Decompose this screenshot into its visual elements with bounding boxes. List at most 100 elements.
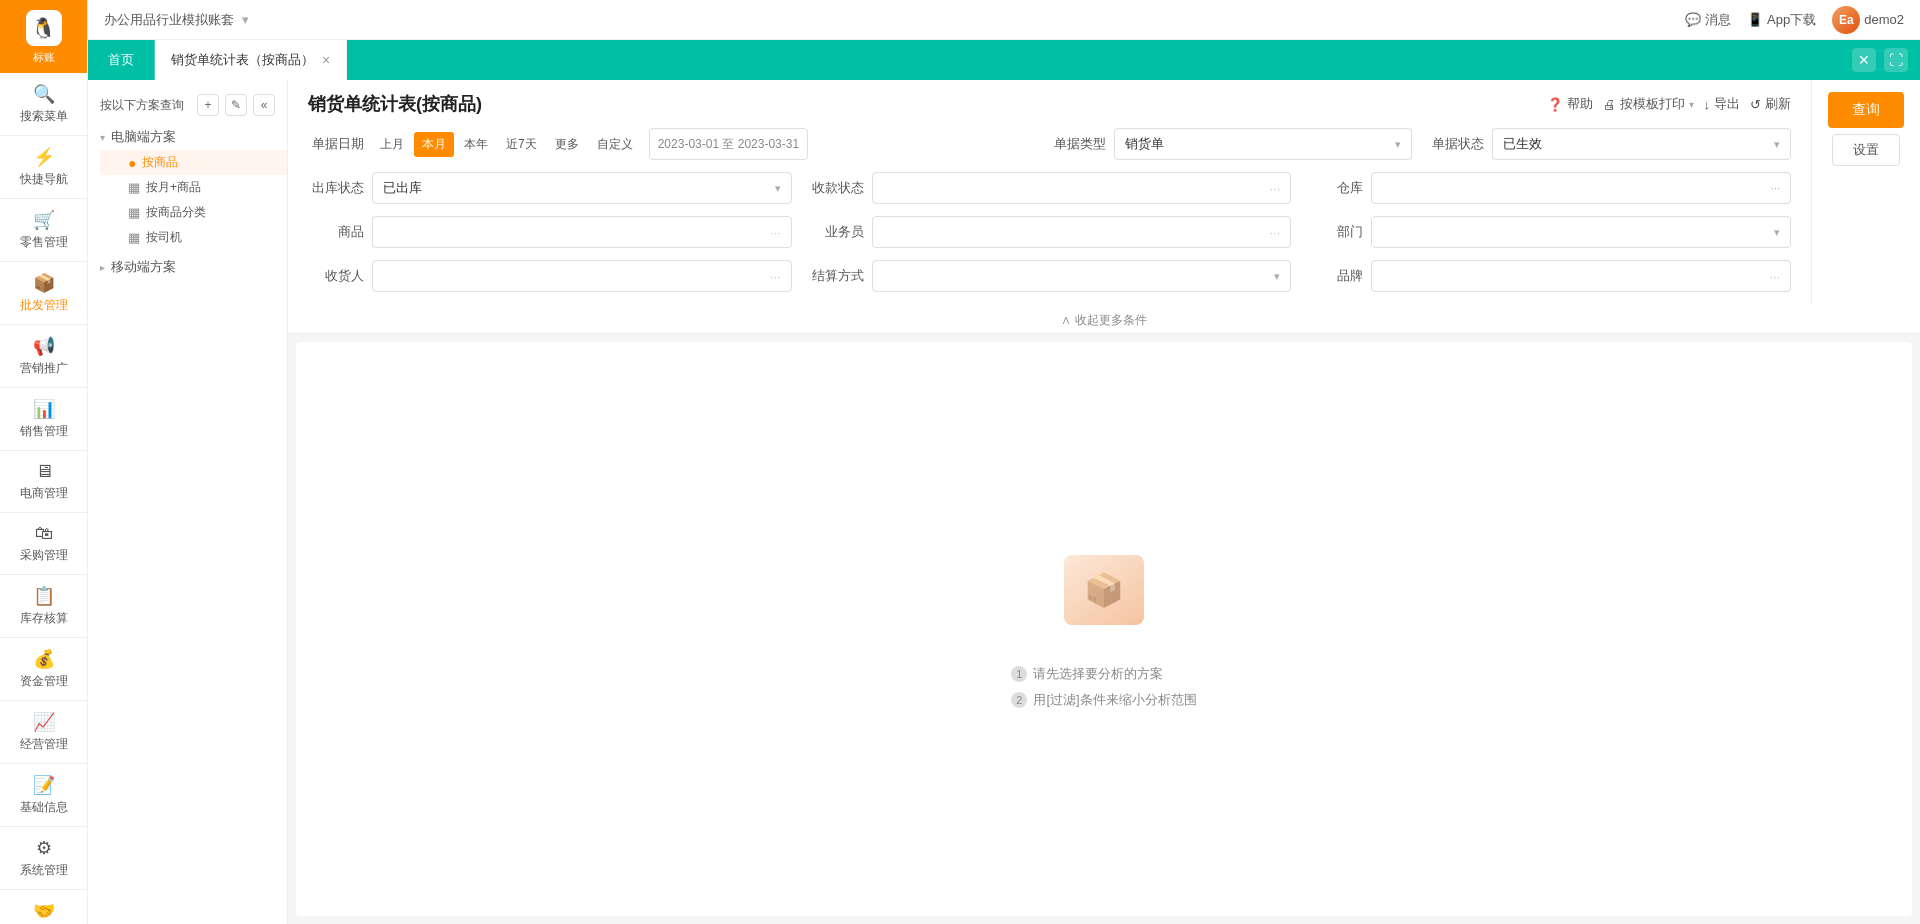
tree-by-category[interactable]: ▦ 按商品分类 (100, 200, 287, 225)
warehouse-input[interactable]: ··· (1371, 172, 1791, 204)
wholesale-icon: 📦 (33, 272, 55, 294)
date-range-display[interactable]: 2023-03-01 至 2023-03-31 (649, 128, 808, 160)
settings-button[interactable]: 设置 (1832, 134, 1900, 166)
sidebar-item-system[interactable]: ⚙ 系统管理 (0, 827, 87, 890)
home-tab-label: 首页 (108, 51, 134, 69)
docstatus-select[interactable]: 已生效 ▾ (1492, 128, 1791, 160)
user-menu[interactable]: Ea demo2 (1832, 6, 1904, 34)
help-button[interactable]: ❓ 帮助 (1547, 95, 1593, 113)
date-tab-lastmonth[interactable]: 上月 (372, 132, 412, 157)
doctype-arrow: ▾ (1395, 138, 1401, 151)
system-icon: ⚙ (36, 837, 52, 859)
sidebar-item-enterprise[interactable]: 🤝 企业协同 (0, 890, 87, 924)
edit-scheme-button[interactable]: ✎ (225, 94, 247, 116)
staff-dots: ··· (1270, 225, 1281, 240)
export-button[interactable]: ↓ 导出 (1704, 95, 1741, 113)
tree-desktop-node[interactable]: ▾ 电脑端方案 (88, 124, 287, 150)
print-icon: 🖨 (1603, 97, 1616, 112)
add-scheme-button[interactable]: + (197, 94, 219, 116)
by-cashier-icon: ▦ (128, 230, 140, 245)
refresh-button[interactable]: ↺ 刷新 (1750, 95, 1791, 113)
collapse-more-button[interactable]: ∧ 收起更多条件 (288, 304, 1920, 334)
empty-icon (1054, 545, 1154, 645)
tree-by-product[interactable]: ● 按商品 (100, 150, 287, 175)
query-button[interactable]: 查询 (1828, 92, 1904, 128)
date-tab-7days[interactable]: 近7天 (498, 132, 545, 157)
filter-dept-item: 部门 ▾ (1307, 216, 1791, 248)
sidebar-item-search[interactable]: 🔍 搜索菜单 (0, 73, 87, 136)
filter-paymentstatus-item: 收款状态 ··· (808, 172, 1292, 204)
date-tab-thismonth[interactable]: 本月 (414, 132, 454, 157)
staff-input[interactable]: ··· (872, 216, 1292, 248)
sales-icon: 📊 (33, 398, 55, 420)
sidebar-item-quick-nav[interactable]: ⚡ 快捷导航 (0, 136, 87, 199)
collapse-panel-button[interactable]: « (253, 94, 275, 116)
print-arrow: ▾ (1689, 99, 1694, 110)
sidebar-item-ecommerce[interactable]: 🖥 电商管理 (0, 451, 87, 513)
docstatus-value: 已生效 (1503, 135, 1542, 153)
by-product-label: 按商品 (142, 154, 178, 171)
tab-minimize-button[interactable]: ✕ (1852, 48, 1876, 72)
tab-active[interactable]: 销货单统计表（按商品） × (155, 40, 347, 80)
recipient-input[interactable]: ··· (372, 260, 792, 292)
inventory-icon: 📋 (33, 585, 55, 607)
logo-area[interactable]: 🐧 标账 (0, 0, 87, 73)
dept-select[interactable]: ▾ (1371, 216, 1791, 248)
print-button[interactable]: 🖨 按模板打印 ▾ (1603, 95, 1694, 113)
sidebar-item-inventory[interactable]: 📋 库存核算 (0, 575, 87, 638)
sidebar-item-label: 经营管理 (20, 736, 68, 753)
avatar: Ea (1832, 6, 1860, 34)
tree-by-cashier[interactable]: ▦ 按司机 (100, 225, 287, 250)
sidebar-item-basic-info[interactable]: 📝 基础信息 (0, 764, 87, 827)
by-category-label: 按商品分类 (146, 204, 206, 221)
product-input[interactable]: ··· (372, 216, 792, 248)
tree-by-month-product[interactable]: ▦ 按月+商品 (100, 175, 287, 200)
logo-icon: 🐧 (26, 10, 62, 46)
brand-label: 品牌 (1307, 267, 1363, 285)
sidebar-item-sales[interactable]: 📊 销售管理 (0, 388, 87, 451)
download-icon: 📱 (1747, 12, 1763, 27)
message-button[interactable]: 💬 消息 (1685, 11, 1731, 29)
filter-main: 销货单统计表(按商品) ❓ 帮助 🖨 按模板打印 ▾ (288, 80, 1811, 304)
tab-close-button[interactable]: × (322, 52, 330, 68)
panel-header: 按以下方案查询 + ✎ « (88, 90, 287, 124)
tab-bar-actions: ✕ ⛶ (1852, 48, 1920, 72)
date-tab-thisyear[interactable]: 本年 (456, 132, 496, 157)
paymethod-select[interactable]: ▾ (872, 260, 1292, 292)
dept-label: 部门 (1307, 223, 1363, 241)
download-button[interactable]: 📱 App下载 (1747, 11, 1816, 29)
tab-home[interactable]: 首页 (88, 40, 155, 80)
date-tabs: 上月 本月 本年 近7天 更多 自定义 (372, 132, 641, 157)
operations-icon: 📈 (33, 711, 55, 733)
by-month-icon: ▦ (128, 180, 140, 195)
print-label: 按模板打印 (1620, 95, 1685, 113)
date-tab-custom[interactable]: 自定义 (589, 132, 641, 157)
top-bar: 办公用品行业模拟账套 ▾ 💬 消息 📱 App下载 Ea demo2 (88, 0, 1920, 40)
sidebar-item-wholesale[interactable]: 📦 批发管理 (0, 262, 87, 325)
page-title-row: 销货单统计表(按商品) ❓ 帮助 🖨 按模板打印 ▾ (308, 92, 1791, 116)
sidebar-item-retail[interactable]: 🛒 零售管理 (0, 199, 87, 262)
paymethod-arrow: ▾ (1274, 270, 1280, 283)
help-label: 帮助 (1567, 95, 1593, 113)
help-icon: ❓ (1547, 97, 1563, 112)
sidebar-item-purchase[interactable]: 🛍 采购管理 (0, 513, 87, 575)
filter-section: 销货单统计表(按商品) ❓ 帮助 🖨 按模板打印 ▾ (288, 80, 1920, 334)
staff-label: 业务员 (808, 223, 864, 241)
paymentstatus-input[interactable]: ··· (872, 172, 1292, 204)
refresh-label: 刷新 (1765, 95, 1791, 113)
brand-input[interactable]: ··· (1371, 260, 1791, 292)
filter-and-btn-row: 销货单统计表(按商品) ❓ 帮助 🖨 按模板打印 ▾ (288, 80, 1920, 304)
sidebar-item-marketing[interactable]: 📢 营销推广 (0, 325, 87, 388)
sidebar-item-finance[interactable]: 💰 资金管理 (0, 638, 87, 701)
sidebar-item-operations[interactable]: 📈 经营管理 (0, 701, 87, 764)
outstatus-select[interactable]: 已出库 ▾ (372, 172, 792, 204)
tree-mobile-node[interactable]: ▸ 移动端方案 (88, 254, 287, 280)
tree-desktop-children: ● 按商品 ▦ 按月+商品 ▦ 按商品分类 ▦ 按司机 (88, 150, 287, 250)
docstatus-arrow: ▾ (1774, 138, 1780, 151)
date-tab-more[interactable]: 更多 (547, 132, 587, 157)
sidebar-item-label: 搜索菜单 (20, 108, 68, 125)
empty-box-illustration (1064, 555, 1144, 625)
paymentstatus-dots: ··· (1270, 181, 1281, 196)
doctype-select[interactable]: 销货单 ▾ (1114, 128, 1413, 160)
tab-maximize-button[interactable]: ⛶ (1884, 48, 1908, 72)
